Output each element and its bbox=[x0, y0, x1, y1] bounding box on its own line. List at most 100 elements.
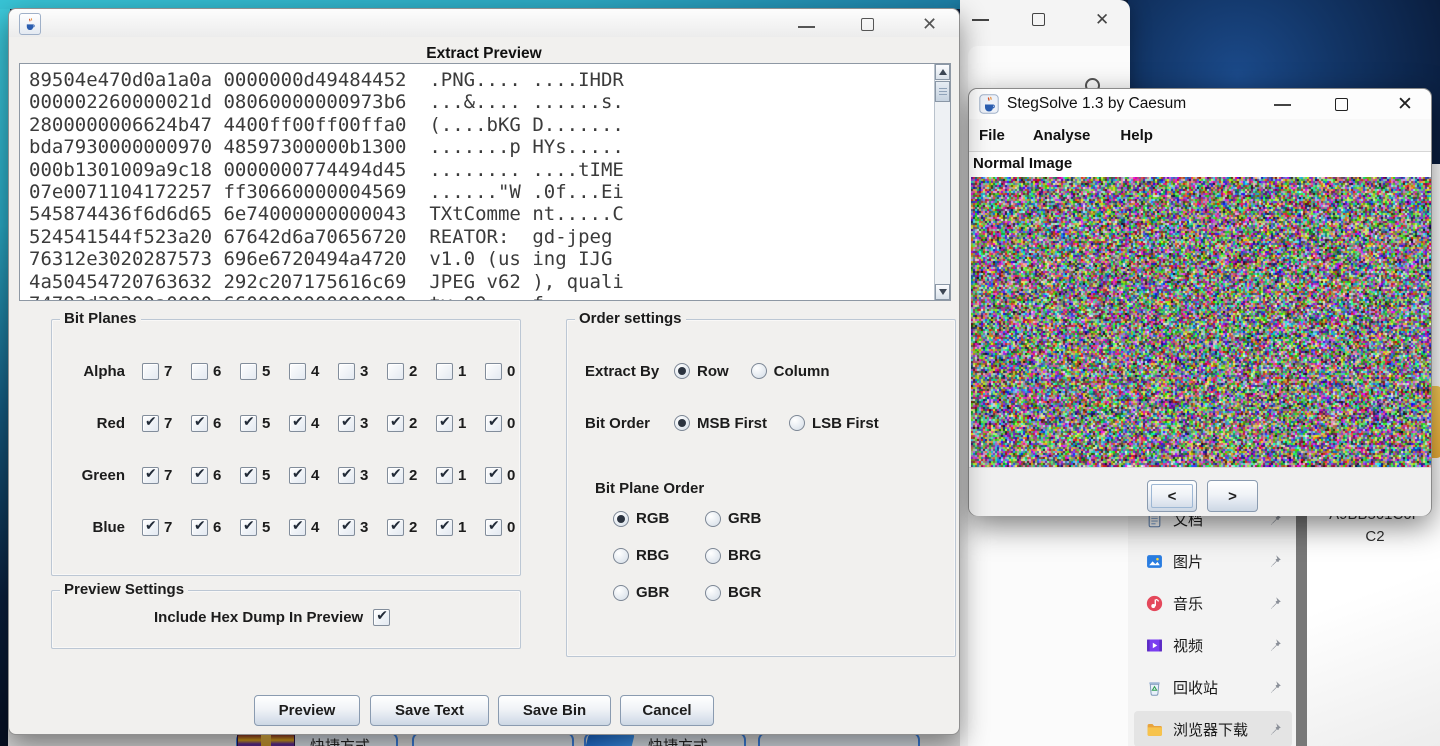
red-bit7-checkbox[interactable] bbox=[142, 414, 159, 432]
blue-bit6-checkbox[interactable] bbox=[191, 518, 208, 536]
alpha-bit3-checkbox[interactable] bbox=[338, 362, 355, 380]
extract-preview-dialog: ✕ Extract Preview 89504e470d0a1a0a 00000… bbox=[8, 8, 960, 735]
bit-plane-order-label: Bit Plane Order bbox=[595, 480, 705, 497]
red-bit5-checkbox[interactable] bbox=[240, 414, 257, 432]
minimize-icon[interactable] bbox=[972, 19, 989, 21]
prev-plane-button[interactable]: < bbox=[1147, 480, 1197, 512]
plane-order-bgr-radio[interactable] bbox=[705, 584, 721, 601]
dialog-titlebar[interactable]: ✕ bbox=[9, 9, 959, 37]
close-icon[interactable]: ✕ bbox=[1397, 95, 1413, 114]
bit-number-label: 5 bbox=[262, 466, 271, 484]
plane-order-rbg-label: RBG bbox=[636, 547, 670, 564]
bit-order-lsb-first-radio[interactable] bbox=[789, 415, 806, 431]
menu-help[interactable]: Help bbox=[1110, 123, 1163, 148]
maximize-icon[interactable] bbox=[861, 18, 874, 31]
java-cup-icon[interactable] bbox=[19, 13, 41, 35]
green-bit0-checkbox[interactable] bbox=[485, 466, 502, 484]
save-text-button[interactable]: Save Text bbox=[370, 695, 489, 726]
treasure-chest-icon[interactable] bbox=[237, 734, 295, 746]
plane-order-rbg-radio[interactable] bbox=[613, 547, 629, 564]
red-bit3-checkbox[interactable] bbox=[338, 414, 355, 432]
red-bit6-checkbox[interactable] bbox=[191, 414, 208, 432]
plane-order-gbr-radio[interactable] bbox=[613, 584, 629, 601]
bit-number-label: 2 bbox=[409, 466, 418, 484]
plane-order-rgb-radio[interactable] bbox=[613, 510, 629, 527]
red-bit2-checkbox[interactable] bbox=[387, 414, 404, 432]
green-bit2-checkbox[interactable] bbox=[387, 466, 404, 484]
red-bit1-checkbox[interactable] bbox=[436, 414, 453, 432]
maximize-icon[interactable] bbox=[1032, 13, 1045, 26]
vertical-scrollbar[interactable] bbox=[934, 64, 950, 300]
bit-number-label: 1 bbox=[458, 466, 467, 484]
extract-by-column-label: Column bbox=[773, 362, 830, 380]
green-bit3-checkbox[interactable] bbox=[338, 466, 355, 484]
scroll-down-button[interactable] bbox=[935, 284, 950, 300]
next-plane-button[interactable]: > bbox=[1207, 480, 1258, 512]
bit-number-label: 4 bbox=[311, 518, 320, 536]
alpha-bit6-checkbox[interactable] bbox=[191, 362, 208, 380]
extract-by-column-radio[interactable] bbox=[750, 363, 767, 379]
scroll-up-button[interactable] bbox=[935, 64, 950, 80]
sidebar-item-3[interactable]: 视频 bbox=[1134, 627, 1292, 663]
cancel-button[interactable]: Cancel bbox=[620, 695, 714, 726]
close-icon[interactable]: ✕ bbox=[922, 15, 937, 33]
blue-bit1-checkbox[interactable] bbox=[436, 518, 453, 536]
minimize-icon[interactable] bbox=[1274, 104, 1291, 106]
red-bit4-checkbox[interactable] bbox=[289, 414, 306, 432]
desktop: ✕ 文档图片音乐视频回收站浏览器下载 A9BB501C0F C2 快捷方式 快捷… bbox=[0, 0, 1440, 746]
maximize-icon[interactable] bbox=[1335, 98, 1348, 111]
blue-bit4-checkbox[interactable] bbox=[289, 518, 306, 536]
extract-by-row-radio[interactable] bbox=[674, 363, 690, 379]
alpha-bit1-checkbox[interactable] bbox=[436, 362, 453, 380]
blue-file-icon[interactable] bbox=[583, 734, 635, 746]
sidebar-item-5[interactable]: 浏览器下载 bbox=[1134, 711, 1292, 746]
preview-button[interactable]: Preview bbox=[254, 695, 360, 726]
blue-bit5-checkbox[interactable] bbox=[240, 518, 257, 536]
green-bit4-checkbox[interactable] bbox=[289, 466, 306, 484]
music-icon bbox=[1146, 595, 1163, 612]
extract-by-row-label: Row bbox=[697, 362, 729, 380]
green-bit1-checkbox[interactable] bbox=[436, 466, 453, 484]
sidebar-item-2[interactable]: 音乐 bbox=[1134, 585, 1292, 621]
bit-order-msb-first-radio[interactable] bbox=[674, 415, 690, 431]
save-bin-button[interactable]: Save Bin bbox=[498, 695, 611, 726]
blue-bit7-checkbox[interactable] bbox=[142, 518, 159, 536]
blue-bit3-checkbox[interactable] bbox=[338, 518, 355, 536]
bit-plane-row-alpha: Alpha 7 6 5 4 3 2 1 0 bbox=[62, 354, 534, 388]
bit-number-label: 3 bbox=[360, 414, 369, 432]
alpha-bit5-checkbox[interactable] bbox=[240, 362, 257, 380]
alpha-bit7-checkbox[interactable] bbox=[142, 362, 159, 380]
green-bit6-checkbox[interactable] bbox=[191, 466, 208, 484]
green-bit7-checkbox[interactable] bbox=[142, 466, 159, 484]
sidebar-item-1[interactable]: 图片 bbox=[1134, 543, 1292, 579]
menu-analyse[interactable]: Analyse bbox=[1023, 123, 1101, 148]
green-bit5-checkbox[interactable] bbox=[240, 466, 257, 484]
bit-number-label: 1 bbox=[458, 414, 467, 432]
blue-bit0-checkbox[interactable] bbox=[485, 518, 502, 536]
minimize-icon[interactable] bbox=[798, 26, 815, 28]
sidebar-item-4[interactable]: 回收站 bbox=[1134, 669, 1292, 705]
pin-icon[interactable] bbox=[1268, 680, 1282, 694]
include-hex-dump-checkbox[interactable] bbox=[373, 608, 391, 626]
hex-preview-panel[interactable]: 89504e470d0a1a0a 0000000d49484452 .PNG..… bbox=[19, 63, 951, 301]
file-name-line2[interactable]: C2 bbox=[1310, 528, 1440, 545]
plane-order-brg-radio[interactable] bbox=[705, 547, 721, 564]
close-icon[interactable]: ✕ bbox=[1095, 11, 1109, 28]
alpha-bit0-checkbox[interactable] bbox=[485, 362, 502, 380]
pin-icon[interactable] bbox=[1268, 554, 1282, 568]
menu-file[interactable]: File bbox=[969, 123, 1015, 148]
plane-order-grb-radio[interactable] bbox=[705, 510, 721, 527]
scrollbar-thumb[interactable] bbox=[935, 81, 950, 102]
stegsolve-titlebar[interactable]: StegSolve 1.3 by Caesum ✕ bbox=[969, 89, 1431, 119]
channel-label: Red bbox=[96, 414, 125, 432]
blue-bit2-checkbox[interactable] bbox=[387, 518, 404, 536]
channel-label: Green bbox=[81, 466, 125, 484]
pin-icon[interactable] bbox=[1268, 722, 1282, 736]
bit-number-label: 3 bbox=[360, 362, 369, 380]
bit-number-label: 6 bbox=[213, 362, 222, 380]
alpha-bit4-checkbox[interactable] bbox=[289, 362, 306, 380]
red-bit0-checkbox[interactable] bbox=[485, 414, 502, 432]
alpha-bit2-checkbox[interactable] bbox=[387, 362, 404, 380]
pin-icon[interactable] bbox=[1268, 638, 1282, 652]
pin-icon[interactable] bbox=[1268, 596, 1282, 610]
